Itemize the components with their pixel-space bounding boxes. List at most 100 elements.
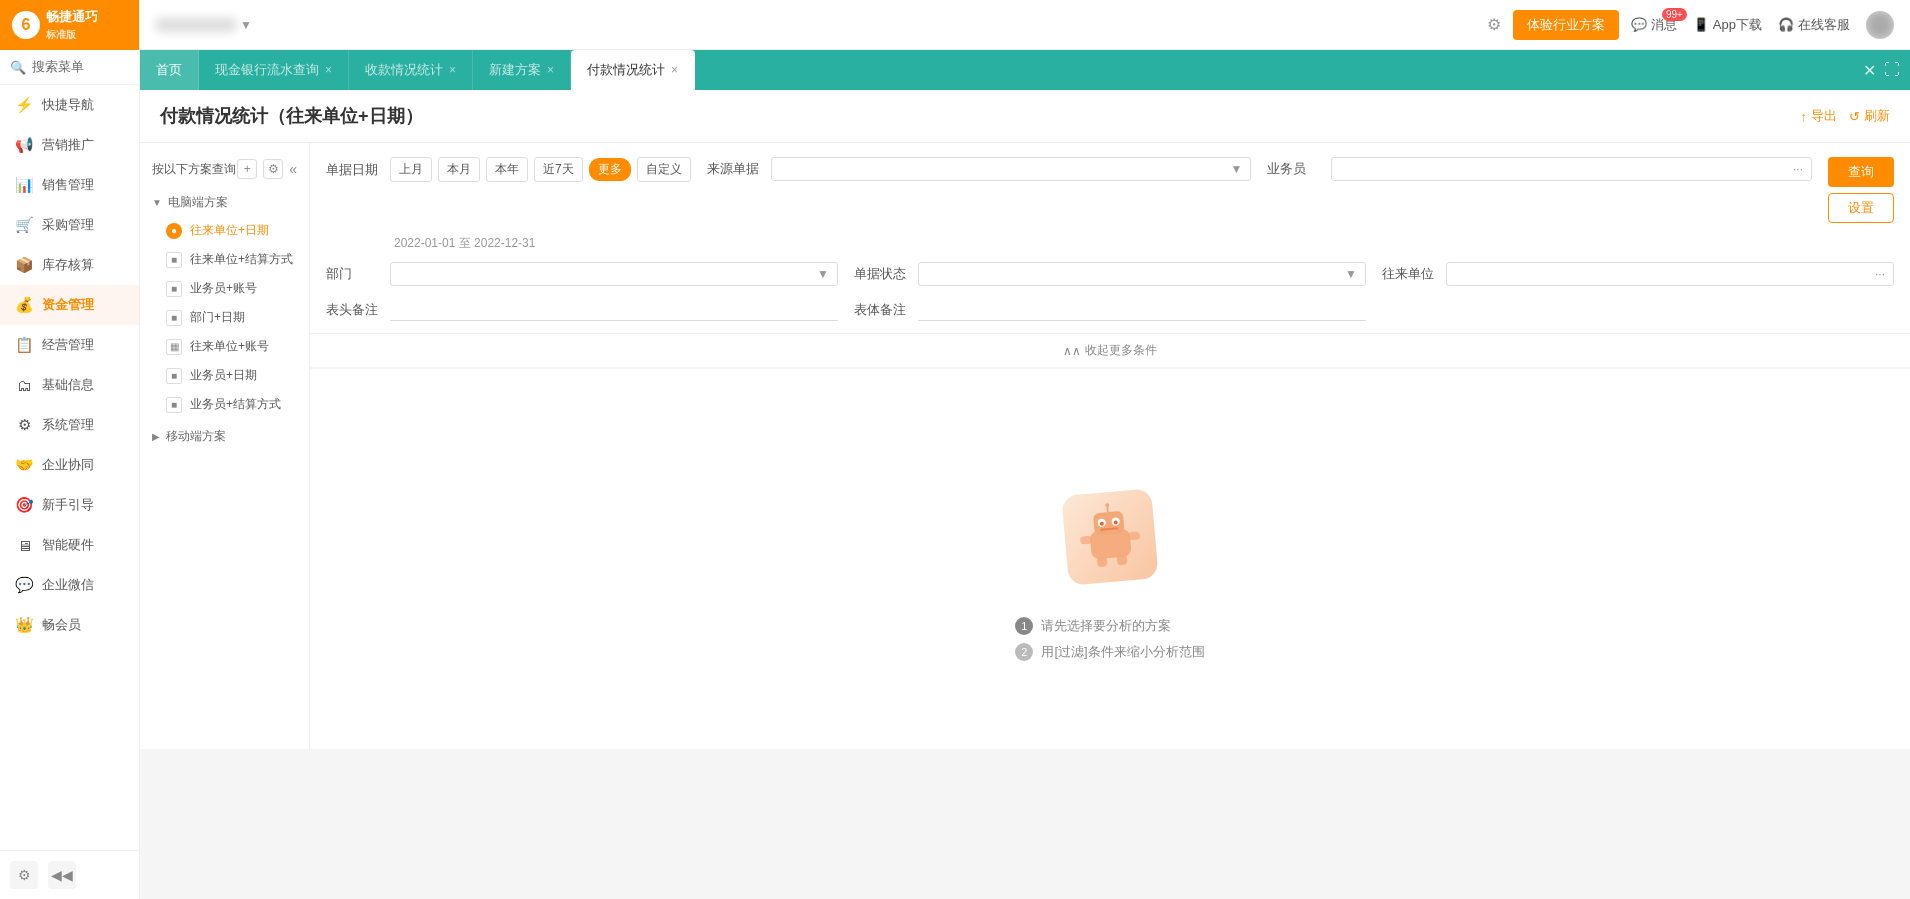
scheme-item-counterpart-date[interactable]: ● 往来单位+日期 bbox=[140, 216, 309, 245]
scheme-item-salesman-settlement[interactable]: ■ 业务员+结算方式 bbox=[140, 390, 309, 419]
tab-home-label: 首页 bbox=[156, 61, 182, 79]
export-btn[interactable]: ↑ 导出 bbox=[1801, 107, 1838, 125]
user-avatar[interactable] bbox=[1866, 11, 1894, 39]
tab-payment-stats-close[interactable]: × bbox=[671, 63, 678, 77]
tab-close-all-icon[interactable]: ✕ bbox=[1863, 61, 1876, 80]
tab-receivable-close[interactable]: × bbox=[449, 63, 456, 77]
member-icon: 👑 bbox=[14, 615, 34, 635]
voucher-status-select[interactable]: ▼ bbox=[918, 262, 1366, 286]
source-voucher-group: 来源单据 ▼ bbox=[707, 157, 1252, 181]
sidebar-item-finance[interactable]: 💰 资金管理 bbox=[0, 285, 139, 325]
topbar-settings-icon[interactable]: ⚙ bbox=[1487, 15, 1501, 34]
tab-new-plan-close[interactable]: × bbox=[547, 63, 554, 77]
empty-tip-1: 1 请先选择要分析的方案 bbox=[1015, 617, 1204, 635]
header-note-input[interactable] bbox=[390, 298, 838, 321]
refresh-btn[interactable]: ↺ 刷新 bbox=[1849, 107, 1890, 125]
date-btn-7days[interactable]: 近7天 bbox=[534, 157, 583, 182]
tab-bank-flow-label: 现金银行流水查询 bbox=[215, 61, 319, 79]
mobile-arrow-icon: ▶ bbox=[152, 431, 160, 442]
scheme-panel-icons: + ⚙ « bbox=[237, 159, 297, 179]
settings-bottom-icon[interactable]: ⚙ bbox=[10, 861, 38, 889]
service-icon: 🎧 bbox=[1778, 17, 1794, 32]
sidebar-item-system[interactable]: ⚙ 系统管理 bbox=[0, 405, 139, 445]
date-btn-custom[interactable]: 自定义 bbox=[637, 157, 691, 182]
tab-new-plan[interactable]: 新建方案 × bbox=[473, 50, 571, 90]
body-note-input[interactable] bbox=[918, 298, 1366, 321]
sidebar-label-enterprise: 企业协同 bbox=[42, 456, 94, 474]
scheme-collapse-icon[interactable]: « bbox=[289, 161, 297, 177]
add-icon-char: + bbox=[244, 162, 251, 176]
voucher-status-arrow: ▼ bbox=[1345, 267, 1357, 281]
purchase-icon: 🛒 bbox=[14, 215, 34, 235]
tab-receivable[interactable]: 收款情况统计 × bbox=[349, 50, 473, 90]
desktop-group-header[interactable]: ▼ 电脑端方案 bbox=[140, 189, 309, 216]
scheme-item-salesman-date[interactable]: ■ 业务员+日期 bbox=[140, 361, 309, 390]
quick-nav-icon: ⚡ bbox=[14, 95, 34, 115]
collapse-sidebar-icon[interactable]: ◀◀ bbox=[48, 861, 76, 889]
search-menu[interactable]: 🔍 搜索菜单 bbox=[0, 50, 139, 85]
add-scheme-icon[interactable]: + bbox=[237, 159, 257, 179]
scheme-icon-counterpart-settlement: ■ bbox=[166, 252, 182, 268]
sidebar-item-enterprise[interactable]: 🤝 企业协同 bbox=[0, 445, 139, 485]
scheme-and-filter-wrap: 按以下方案查询 + ⚙ « ▼ 电脑端方案 bbox=[140, 143, 1910, 749]
date-btn-more[interactable]: 更多 bbox=[589, 158, 631, 181]
counterpart-label: 往来单位 bbox=[1382, 265, 1438, 283]
tab-expand-icon[interactable]: ⛶ bbox=[1884, 61, 1900, 79]
sidebar-item-member[interactable]: 👑 畅会员 bbox=[0, 605, 139, 645]
page-header: 付款情况统计（往来单位+日期） ↑ 导出 ↺ 刷新 bbox=[140, 90, 1910, 143]
salesman-select[interactable]: ··· bbox=[1331, 157, 1812, 181]
scheme-item-counterpart-account[interactable]: ▦ 往来单位+账号 bbox=[140, 332, 309, 361]
sidebar-item-base-info[interactable]: 🗂 基础信息 bbox=[0, 365, 139, 405]
app-sub: 标准版 bbox=[46, 28, 98, 42]
topbar: ▼ ⚙ 体验行业方案 💬 消息 99+ 📱 App下载 🎧 在线客服 bbox=[140, 0, 1910, 50]
mobile-group-header[interactable]: ▶ 移动端方案 bbox=[140, 423, 309, 450]
source-voucher-select[interactable]: ▼ bbox=[771, 157, 1252, 181]
scheme-item-counterpart-settlement[interactable]: ■ 往来单位+结算方式 bbox=[140, 245, 309, 274]
source-voucher-arrow: ▼ bbox=[1230, 162, 1242, 176]
tab-payment-stats-label: 付款情况统计 bbox=[587, 61, 665, 79]
sidebar-item-purchase[interactable]: 🛒 采购管理 bbox=[0, 205, 139, 245]
tab-payment-stats[interactable]: 付款情况统计 × bbox=[571, 50, 695, 90]
svg-rect-11 bbox=[1097, 556, 1108, 567]
right-panel: 单据日期 上月 本月 本年 近7天 更多 自定义 bbox=[310, 143, 1910, 749]
message-icon: 💬 bbox=[1631, 17, 1647, 32]
sidebar-item-weixin[interactable]: 💬 企业微信 bbox=[0, 565, 139, 605]
tab-bank-flow-close[interactable]: × bbox=[325, 63, 332, 77]
sidebar-label-quick-nav: 快捷导航 bbox=[42, 96, 94, 114]
scheme-icon-salesman-date: ■ bbox=[166, 368, 182, 384]
desktop-arrow-icon: ▼ bbox=[152, 197, 162, 208]
header-note-label: 表头备注 bbox=[326, 301, 382, 319]
date-btn-last-month[interactable]: 上月 bbox=[390, 157, 432, 182]
scheme-panel-title: 按以下方案查询 bbox=[152, 161, 236, 178]
sidebar-item-operations[interactable]: 📋 经营管理 bbox=[0, 325, 139, 365]
svg-point-8 bbox=[1105, 503, 1109, 507]
collapse-btn[interactable]: ∧∧ 收起更多条件 bbox=[1063, 342, 1157, 359]
trial-btn[interactable]: 体验行业方案 bbox=[1513, 10, 1619, 40]
sidebar-item-guide[interactable]: 🎯 新手引导 bbox=[0, 485, 139, 525]
sidebar-item-sales[interactable]: 📊 销售管理 bbox=[0, 165, 139, 205]
date-btn-this-month[interactable]: 本月 bbox=[438, 157, 480, 182]
sidebar-item-marketing[interactable]: 📢 营销推广 bbox=[0, 125, 139, 165]
sidebar-item-quick-nav[interactable]: ⚡ 快捷导航 bbox=[0, 85, 139, 125]
app-download-btn[interactable]: 📱 App下载 bbox=[1693, 16, 1762, 34]
query-btn[interactable]: 查询 bbox=[1828, 157, 1894, 187]
salesman-arrow: ··· bbox=[1793, 162, 1803, 176]
salesman-label: 业务员 bbox=[1267, 160, 1323, 178]
date-btn-this-year[interactable]: 本年 bbox=[486, 157, 528, 182]
sidebar-item-inventory[interactable]: 📦 库存核算 bbox=[0, 245, 139, 285]
settings-btn[interactable]: 设置 bbox=[1828, 193, 1894, 223]
voucher-date-group: 单据日期 上月 本月 本年 近7天 更多 自定义 bbox=[326, 157, 691, 182]
counterpart-select[interactable]: ··· bbox=[1446, 262, 1894, 286]
service-label: 在线客服 bbox=[1798, 16, 1850, 34]
tab-bank-flow[interactable]: 现金银行流水查询 × bbox=[199, 50, 349, 90]
sidebar-item-hardware[interactable]: 🖥 智能硬件 bbox=[0, 525, 139, 565]
refresh-label: 刷新 bbox=[1864, 107, 1890, 125]
scheme-settings-icon[interactable]: ⚙ bbox=[263, 159, 283, 179]
collapse-up-icon: ∧∧ bbox=[1063, 344, 1081, 358]
online-service-btn[interactable]: 🎧 在线客服 bbox=[1778, 16, 1850, 34]
messages-btn[interactable]: 💬 消息 99+ bbox=[1631, 16, 1677, 34]
scheme-item-salesman-account[interactable]: ■ 业务员+账号 bbox=[140, 274, 309, 303]
tab-home[interactable]: 首页 bbox=[140, 50, 199, 90]
dept-select[interactable]: ▼ bbox=[390, 262, 838, 286]
scheme-item-dept-date[interactable]: ■ 部门+日期 bbox=[140, 303, 309, 332]
